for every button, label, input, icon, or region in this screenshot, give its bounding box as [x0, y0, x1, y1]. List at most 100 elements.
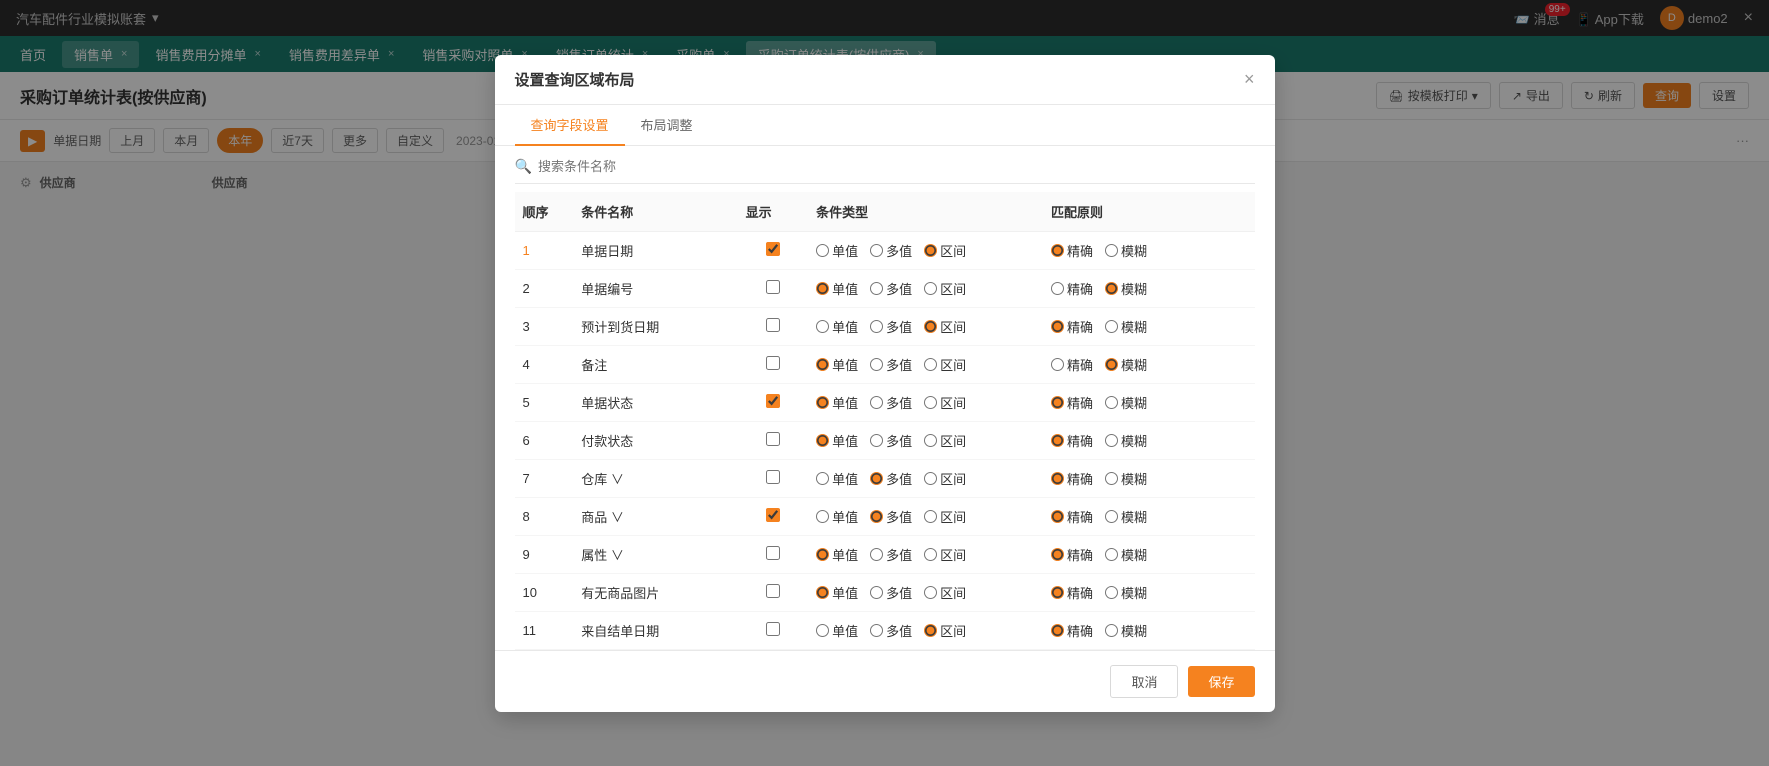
cancel-button[interactable]: 取消	[1110, 665, 1178, 698]
match-radio-item[interactable]: 模糊	[1105, 621, 1147, 640]
table-row: 7仓库 ∨单值多值区间精确模糊	[515, 459, 1255, 497]
match-radio-item[interactable]: 精确	[1051, 241, 1093, 260]
type-radio-item[interactable]: 单值	[816, 241, 858, 260]
type-radio-item[interactable]: 单值	[816, 355, 858, 374]
match-radio-item[interactable]: 模糊	[1105, 469, 1147, 488]
th-order: 顺序	[515, 192, 574, 232]
type-radio-item[interactable]: 单值	[816, 431, 858, 450]
type-radio-item[interactable]: 多值	[870, 317, 912, 336]
type-radio-item[interactable]: 单值	[816, 583, 858, 602]
type-radio-item[interactable]: 区间	[924, 545, 966, 564]
match-radio-item[interactable]: 模糊	[1105, 431, 1147, 450]
type-radio-item[interactable]: 单值	[816, 545, 858, 564]
row-order: 9	[515, 535, 574, 573]
type-radio-item[interactable]: 区间	[924, 355, 966, 374]
type-radio-item[interactable]: 多值	[870, 583, 912, 602]
type-radio-item[interactable]: 多值	[870, 507, 912, 526]
row-display	[738, 421, 808, 459]
match-radio-item[interactable]: 模糊	[1105, 545, 1147, 564]
type-radio-item[interactable]: 区间	[924, 583, 966, 602]
display-checkbox[interactable]	[766, 242, 780, 256]
display-checkbox[interactable]	[766, 280, 780, 294]
type-radio-item[interactable]: 多值	[870, 621, 912, 640]
display-checkbox[interactable]	[766, 394, 780, 408]
modal-close-button[interactable]: ×	[1244, 70, 1255, 88]
row-match: 精确模糊	[1043, 231, 1254, 269]
match-radio-item[interactable]: 精确	[1051, 507, 1093, 526]
type-radio-item[interactable]: 多值	[870, 241, 912, 260]
th-display: 显示	[738, 192, 808, 232]
row-name: 属性 ∨	[573, 535, 737, 573]
row-display	[738, 459, 808, 497]
match-radio-item[interactable]: 精确	[1051, 621, 1093, 640]
match-radio-item[interactable]: 精确	[1051, 545, 1093, 564]
row-display	[738, 573, 808, 611]
type-radio-item[interactable]: 多值	[870, 279, 912, 298]
modal-footer: 取消 保存	[495, 650, 1275, 712]
row-type: 单值多值区间	[808, 231, 1043, 269]
row-display	[738, 345, 808, 383]
match-radio-item[interactable]: 模糊	[1105, 241, 1147, 260]
type-radio-item[interactable]: 区间	[924, 469, 966, 488]
th-type: 条件类型	[808, 192, 1043, 232]
type-radio-item[interactable]: 多值	[870, 355, 912, 374]
match-radio-item[interactable]: 模糊	[1105, 279, 1147, 298]
display-checkbox[interactable]	[766, 318, 780, 332]
type-radio-item[interactable]: 区间	[924, 241, 966, 260]
row-match: 精确模糊	[1043, 383, 1254, 421]
match-radio-item[interactable]: 精确	[1051, 583, 1093, 602]
save-button[interactable]: 保存	[1188, 666, 1254, 697]
type-radio-item[interactable]: 多值	[870, 431, 912, 450]
type-radio-item[interactable]: 区间	[924, 393, 966, 412]
type-radio-item[interactable]: 单值	[816, 507, 858, 526]
match-radio-item[interactable]: 精确	[1051, 317, 1093, 336]
type-radio-item[interactable]: 区间	[924, 431, 966, 450]
modal-tab-layout[interactable]: 布局调整	[625, 105, 709, 146]
type-radio-item[interactable]: 区间	[924, 317, 966, 336]
type-radio-item[interactable]: 单值	[816, 393, 858, 412]
type-radio-item[interactable]: 区间	[924, 507, 966, 526]
type-radio-item[interactable]: 多值	[870, 469, 912, 488]
type-radio-item[interactable]: 区间	[924, 621, 966, 640]
modal-tab-query[interactable]: 查询字段设置	[515, 105, 625, 146]
display-checkbox[interactable]	[766, 546, 780, 560]
search-input[interactable]	[538, 159, 738, 174]
type-radio-item[interactable]: 多值	[870, 545, 912, 564]
modal-overlay: 设置查询区域布局 × 查询字段设置 布局调整 🔍 顺序 条件名称 显示	[0, 0, 1769, 766]
row-order: 4	[515, 345, 574, 383]
row-match: 精确模糊	[1043, 535, 1254, 573]
display-checkbox[interactable]	[766, 470, 780, 484]
match-radio-item[interactable]: 模糊	[1105, 507, 1147, 526]
type-radio-item[interactable]: 单值	[816, 621, 858, 640]
display-checkbox[interactable]	[766, 508, 780, 522]
type-radio-item[interactable]: 单值	[816, 317, 858, 336]
table-row: 3预计到货日期单值多值区间精确模糊	[515, 307, 1255, 345]
row-order: 7	[515, 459, 574, 497]
match-radio-item[interactable]: 精确	[1051, 469, 1093, 488]
table-row: 6付款状态单值多值区间精确模糊	[515, 421, 1255, 459]
modal-table: 顺序 条件名称 显示 条件类型 匹配原则 1单据日期单值多值区间精确模糊2单据编…	[495, 192, 1275, 650]
row-name: 预计到货日期	[573, 307, 737, 345]
match-radio-item[interactable]: 精确	[1051, 393, 1093, 412]
display-checkbox[interactable]	[766, 622, 780, 636]
type-radio-item[interactable]: 区间	[924, 279, 966, 298]
row-match: 精确模糊	[1043, 269, 1254, 307]
type-radio-item[interactable]: 单值	[816, 469, 858, 488]
match-radio-item[interactable]: 模糊	[1105, 317, 1147, 336]
match-radio-item[interactable]: 精确	[1051, 355, 1093, 374]
row-match: 精确模糊	[1043, 307, 1254, 345]
row-display	[738, 269, 808, 307]
type-radio-item[interactable]: 单值	[816, 279, 858, 298]
display-checkbox[interactable]	[766, 356, 780, 370]
match-radio-item[interactable]: 模糊	[1105, 355, 1147, 374]
row-match: 精确模糊	[1043, 459, 1254, 497]
match-radio-item[interactable]: 精确	[1051, 279, 1093, 298]
match-radio-item[interactable]: 模糊	[1105, 393, 1147, 412]
type-radio-item[interactable]: 多值	[870, 393, 912, 412]
match-radio-item[interactable]: 精确	[1051, 431, 1093, 450]
row-display	[738, 535, 808, 573]
modal-header: 设置查询区域布局 ×	[495, 55, 1275, 105]
display-checkbox[interactable]	[766, 584, 780, 598]
match-radio-item[interactable]: 模糊	[1105, 583, 1147, 602]
display-checkbox[interactable]	[766, 432, 780, 446]
